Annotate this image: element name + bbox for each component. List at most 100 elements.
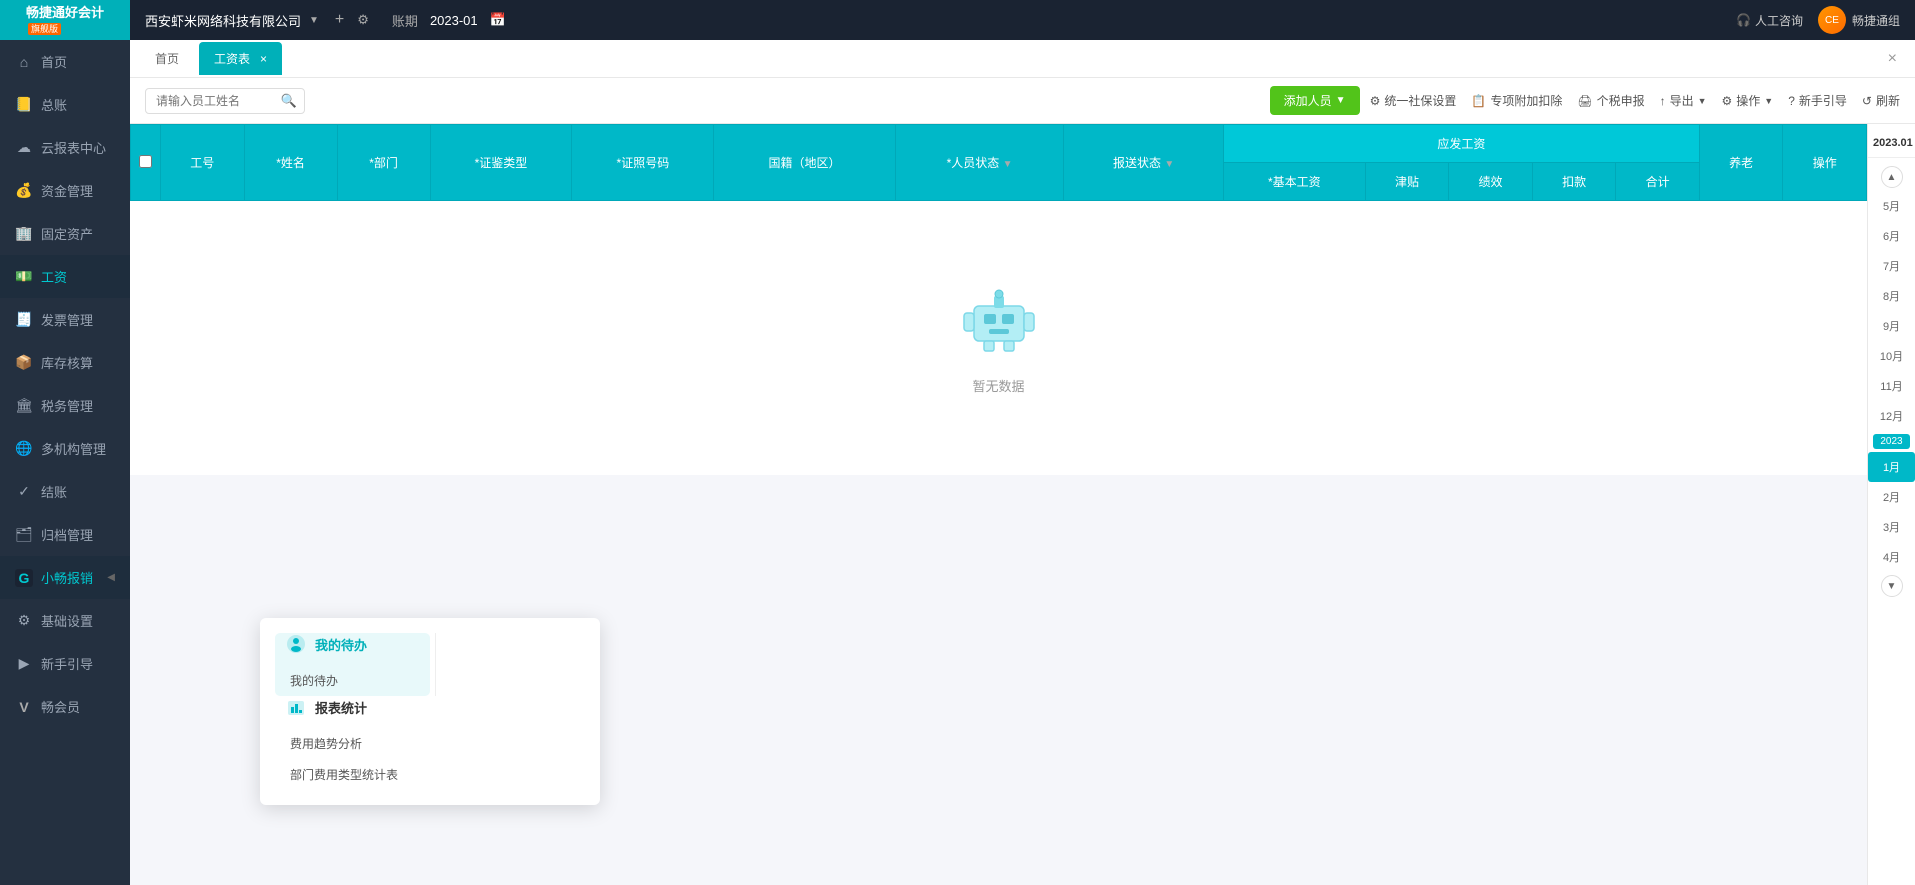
popup-divider: [435, 633, 436, 696]
sidebar-item-inventory[interactable]: 📦 库存核算: [0, 341, 130, 384]
col-certtype: *证鉴类型: [430, 125, 572, 201]
settings-icon[interactable]: ⚙: [357, 12, 369, 28]
report-filter-icon[interactable]: ▼: [1164, 159, 1174, 170]
user-area[interactable]: CE 畅捷通组: [1818, 6, 1900, 34]
month-panel-top: 2023.01: [1868, 129, 1915, 158]
sidebar-item-tax[interactable]: 🏛 税务管理: [0, 384, 130, 427]
empty-text: 暂无数据: [972, 376, 1024, 395]
calendar-icon[interactable]: 📅: [490, 12, 506, 28]
sidebar-item-invoice[interactable]: 🧾 发票管理: [0, 298, 130, 341]
sidebar-label-tax: 税务管理: [41, 396, 93, 415]
sidebar-item-salary[interactable]: 💵 工资: [0, 255, 130, 298]
tab-panel-close-btn[interactable]: ×: [1880, 50, 1905, 68]
month-item-12[interactable]: 12月: [1868, 401, 1915, 431]
member-icon: V: [15, 699, 33, 715]
sidebar-label-salary: 工资: [41, 267, 67, 286]
month-item-11[interactable]: 11月: [1868, 371, 1915, 401]
logo: 畅捷通好会计 旗舰版: [0, 0, 130, 40]
empty-row: 暂无数据: [131, 201, 1867, 476]
export-btn[interactable]: ↑ 导出 ▼: [1660, 92, 1707, 109]
sidebar-item-home[interactable]: ⌂ 首页: [0, 40, 130, 83]
sidebar-item-ledger[interactable]: 📒 总账: [0, 83, 130, 126]
sidebar-item-basic[interactable]: ⚙ 基础设置: [0, 599, 130, 642]
add-person-dropdown-icon: ▼: [1336, 95, 1346, 106]
operate-dropdown-icon: ▼: [1764, 96, 1773, 106]
col-nationality: 国籍（地区）: [714, 125, 895, 201]
inventory-icon: 📦: [15, 354, 33, 371]
sidebar-item-settle[interactable]: ✓ 结账: [0, 470, 130, 513]
social-security-btn[interactable]: ⚙ 统一社保设置: [1370, 92, 1457, 109]
popup-section-report: 报表统计 费用趋势分析 部门费用类型统计表: [275, 696, 430, 790]
special-deduct-icon: 📋: [1471, 94, 1486, 108]
month-nav-down[interactable]: ▼: [1881, 575, 1903, 597]
sidebar-item-xiaochang[interactable]: G 小畅报销 ◀: [0, 556, 130, 599]
col-report: 报送状态 ▼: [1064, 125, 1223, 201]
refresh-btn[interactable]: ↺ 刷新: [1862, 92, 1900, 109]
company-selector[interactable]: 西安虾米网络科技有限公司 ▼ + ⚙ 账期 2023-01 📅: [130, 11, 521, 30]
popup-item-dept-cost[interactable]: 部门费用类型统计表: [285, 759, 420, 790]
search-icon[interactable]: 🔍: [281, 93, 297, 109]
sidebar-item-multi[interactable]: 🌐 多机构管理: [0, 427, 130, 470]
month-item-7[interactable]: 7月: [1868, 251, 1915, 281]
month-item-3[interactable]: 3月: [1868, 512, 1915, 542]
tax-return-icon: 🖨: [1577, 94, 1592, 108]
popup-item-my-todo[interactable]: 我的待办: [285, 665, 420, 696]
month-nav-up[interactable]: ▲: [1881, 166, 1903, 188]
status-filter-icon[interactable]: ▼: [1003, 159, 1013, 170]
select-all-checkbox[interactable]: [139, 155, 152, 168]
col-bonus: 绩效: [1449, 163, 1533, 201]
todo-section-icon: [285, 633, 307, 655]
col-total: 合计: [1616, 163, 1700, 201]
salary-icon: 💵: [15, 268, 33, 285]
col-operations: 操作: [1783, 125, 1867, 201]
col-checkbox: [131, 125, 161, 201]
col-certno: *证照号码: [572, 125, 714, 201]
period-label: 账期: [392, 11, 418, 30]
sidebar-item-archive[interactable]: 🗂 归档管理: [0, 513, 130, 556]
col-pension: 养老: [1699, 125, 1783, 201]
operate-btn[interactable]: ⚙ 操作 ▼: [1722, 92, 1774, 109]
sidebar-label-multi: 多机构管理: [41, 439, 106, 458]
content-with-month: 工号 *姓名 *部门 *证鉴类型 *证照号码 国籍（地区） *人员状态 ▼: [130, 124, 1915, 885]
sidebar-item-member[interactable]: V 畅会员: [0, 685, 130, 728]
col-name: *姓名: [244, 125, 337, 201]
month-item-4[interactable]: 4月: [1868, 542, 1915, 572]
tab-home[interactable]: 首页: [140, 42, 194, 75]
content-area: 首页 工资表 × × 🔍 添加人员 ▼ ⚙ 统一社保设置: [130, 40, 1915, 885]
table-container: 工号 *姓名 *部门 *证鉴类型 *证照号码 国籍（地区） *人员状态 ▼: [130, 124, 1867, 885]
month-item-6[interactable]: 6月: [1868, 221, 1915, 251]
month-item-10[interactable]: 10月: [1868, 341, 1915, 371]
month-item-2[interactable]: 2月: [1868, 482, 1915, 512]
basic-icon: ⚙: [15, 612, 33, 629]
month-item-1[interactable]: 1月: [1868, 452, 1915, 482]
month-item-8[interactable]: 8月: [1868, 281, 1915, 311]
add-company-btn[interactable]: +: [335, 11, 344, 29]
tab-close-btn[interactable]: ×: [260, 52, 267, 66]
tab-salary-table[interactable]: 工资表 ×: [199, 42, 282, 75]
sidebar-label-home: 首页: [41, 52, 67, 71]
year-2023-badge: 2023: [1873, 434, 1911, 449]
month-item-5[interactable]: 5月: [1868, 191, 1915, 221]
sidebar-item-cloud[interactable]: ☁ 云报表中心: [0, 126, 130, 169]
company-dropdown-icon[interactable]: ▼: [309, 15, 319, 26]
service-label: 人工咨询: [1755, 12, 1803, 29]
sidebar: ⌂ 首页 📒 总账 ☁ 云报表中心 💰 资金管理 🏢 固定资产 💵 工资 🧾 发…: [0, 40, 130, 885]
sidebar-item-assets[interactable]: 🏢 固定资产: [0, 212, 130, 255]
tax-return-btn[interactable]: 🖨 个税申报: [1577, 92, 1644, 109]
guide-icon: ▶: [15, 655, 33, 672]
assets-icon: 🏢: [15, 225, 33, 242]
month-item-9[interactable]: 9月: [1868, 311, 1915, 341]
sidebar-label-basic: 基础设置: [41, 611, 93, 630]
service-btn[interactable]: 🎧 人工咨询: [1736, 12, 1803, 29]
company-name: 西安虾米网络科技有限公司: [145, 11, 301, 30]
sidebar-item-fund[interactable]: 💰 资金管理: [0, 169, 130, 212]
sidebar-label-fund: 资金管理: [41, 181, 93, 200]
col-dept: *部门: [337, 125, 430, 201]
popup-item-cost-trend[interactable]: 费用趋势分析: [285, 728, 420, 759]
new-guide-btn[interactable]: ? 新手引导: [1788, 92, 1847, 109]
sidebar-label-member: 畅会员: [41, 697, 80, 716]
add-person-btn[interactable]: 添加人员 ▼: [1270, 86, 1360, 115]
popup-menu-grid: 我的待办 我的待办: [275, 633, 585, 790]
special-deduct-btn[interactable]: 📋 专项附加扣除: [1471, 92, 1562, 109]
sidebar-item-guide[interactable]: ▶ 新手引导: [0, 642, 130, 685]
